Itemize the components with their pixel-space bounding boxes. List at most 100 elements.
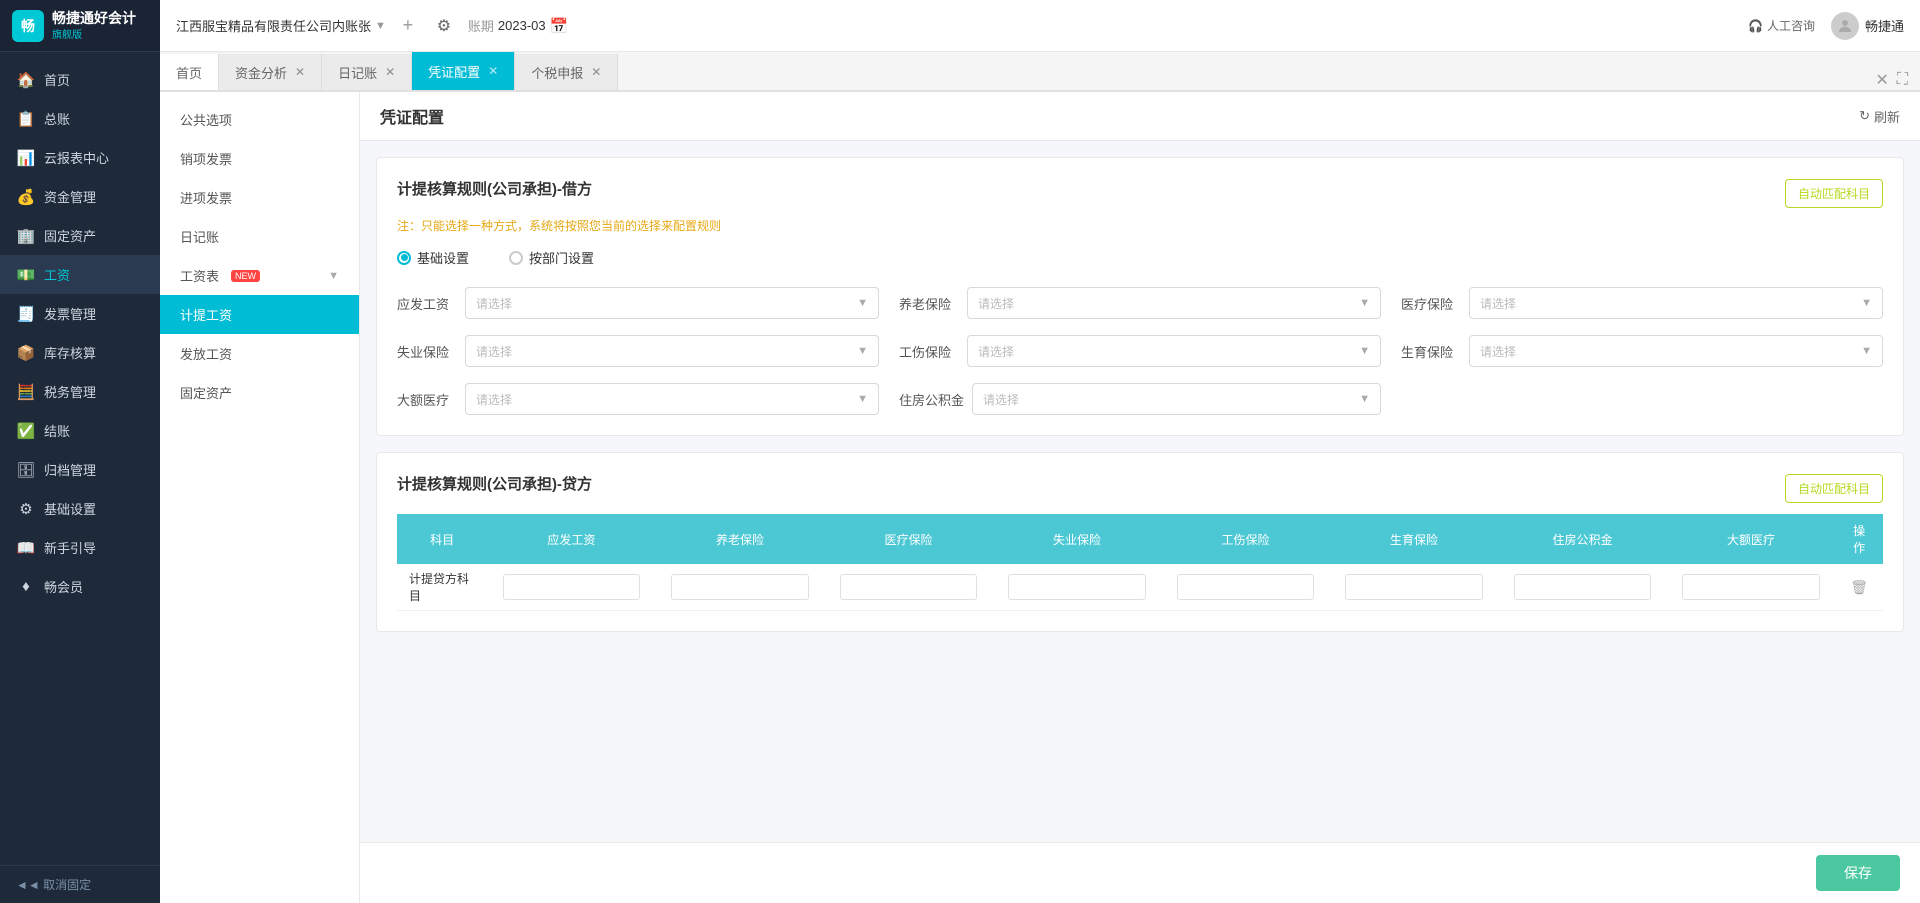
left-menu-item-purchase-invoice[interactable]: 进项发票 bbox=[160, 178, 359, 217]
tab-label: 个税申报 bbox=[531, 63, 583, 82]
save-bar: 保存 bbox=[360, 842, 1920, 903]
shiye-select[interactable]: 请选择 ▼ bbox=[465, 335, 879, 367]
radio-basic[interactable]: 基础设置 bbox=[397, 248, 469, 267]
left-menu-item-journal[interactable]: 日记账 bbox=[160, 217, 359, 256]
sidebar-item-label: 发票管理 bbox=[44, 304, 96, 323]
service-button[interactable]: 🎧 人工咨询 bbox=[1748, 17, 1815, 34]
sidebar-item-cloud-report[interactable]: 📊 云报表中心 bbox=[0, 138, 160, 177]
cell-input-shengyu[interactable] bbox=[1345, 574, 1482, 600]
maximize-icon[interactable]: ⛶ bbox=[1897, 71, 1908, 89]
field-label: 大额医疗 bbox=[397, 390, 457, 409]
calendar-icon[interactable]: 📅 bbox=[550, 17, 569, 35]
refresh-button[interactable]: ↻ 刷新 bbox=[1859, 107, 1900, 126]
company-selector[interactable]: 江西服宝精品有限责任公司内账张 ▼ bbox=[176, 16, 386, 35]
cell-input-yingfa[interactable] bbox=[503, 574, 640, 600]
select-arrow-icon: ▼ bbox=[857, 393, 868, 405]
menu-label: 发放工资 bbox=[180, 344, 232, 363]
tab-journal[interactable]: 日记账 ✕ bbox=[322, 54, 412, 90]
left-menu-item-pay-salary[interactable]: 发放工资 bbox=[160, 334, 359, 373]
radio-by-dept[interactable]: 按部门设置 bbox=[509, 248, 594, 267]
col-keemu: 科目 bbox=[397, 514, 487, 564]
sidebar-unpin-button[interactable]: ◄◄ 取消固定 bbox=[0, 865, 160, 903]
cell-input-zhufang[interactable] bbox=[1514, 574, 1651, 600]
sidebar-item-inventory[interactable]: 📦 库存核算 bbox=[0, 333, 160, 372]
close-window-icon[interactable]: ✕ bbox=[1875, 70, 1888, 90]
sidebar-item-invoice[interactable]: 🧾 发票管理 bbox=[0, 294, 160, 333]
shengyu-select[interactable]: 请选择 ▼ bbox=[1469, 335, 1883, 367]
app-edition: 旗舰版 bbox=[52, 26, 136, 41]
cell-shengyu bbox=[1330, 564, 1499, 611]
tab-home[interactable]: 首页 bbox=[160, 54, 219, 90]
select-arrow-icon: ▼ bbox=[1359, 297, 1370, 309]
debit-section-header: 计提核算规则(公司承担)-借方 自动匹配科目 bbox=[397, 178, 1883, 209]
col-shiye: 失业保险 bbox=[993, 514, 1162, 564]
sidebar-item-home[interactable]: 🏠 首页 bbox=[0, 60, 160, 99]
menu-label: 工资表 bbox=[180, 266, 219, 285]
sidebar-nav: 🏠 首页 📋 总账 📊 云报表中心 💰 资金管理 🏢 固定资产 💵 工资 🧾 发… bbox=[0, 52, 160, 865]
select-arrow-icon: ▼ bbox=[1861, 297, 1872, 309]
field-label: 住房公积金 bbox=[899, 390, 964, 409]
sidebar-item-general-ledger[interactable]: 📋 总账 bbox=[0, 99, 160, 138]
cell-shiye bbox=[993, 564, 1162, 611]
tab-close-icon[interactable]: ✕ bbox=[295, 65, 305, 79]
left-menu-item-sales-invoice[interactable]: 销项发票 bbox=[160, 139, 359, 178]
debit-radio-group: 基础设置 按部门设置 bbox=[397, 248, 1883, 267]
col-gongshang: 工伤保险 bbox=[1161, 514, 1330, 564]
sidebar-logo: 畅 畅捷通好会计 旗舰版 bbox=[0, 0, 160, 52]
cell-input-gongshang[interactable] bbox=[1177, 574, 1314, 600]
col-actions: 操作 bbox=[1835, 514, 1883, 564]
left-menu-item-fixed-assets[interactable]: 固定资产 bbox=[160, 373, 359, 412]
yingfa-gongzi-select[interactable]: 请选择 ▼ bbox=[465, 287, 879, 319]
sidebar-item-basic-settings[interactable]: ⚙ 基础设置 bbox=[0, 489, 160, 528]
debit-auto-match-button[interactable]: 自动匹配科目 bbox=[1785, 179, 1883, 208]
sidebar-item-archive[interactable]: 🗄 归档管理 bbox=[0, 450, 160, 489]
tab-voucher-config[interactable]: 凭证配置 ✕ bbox=[412, 52, 515, 90]
gongshang-select[interactable]: 请选择 ▼ bbox=[967, 335, 1381, 367]
yanglao-select[interactable]: 请选择 ▼ bbox=[967, 287, 1381, 319]
debit-section-title: 计提核算规则(公司承担)-借方 bbox=[397, 178, 592, 199]
sidebar-item-fund-management[interactable]: 💰 资金管理 bbox=[0, 177, 160, 216]
tab-close-icon[interactable]: ✕ bbox=[591, 65, 601, 79]
left-menu-item-accrued-salary[interactable]: 计提工资 bbox=[160, 295, 359, 334]
select-placeholder: 请选择 bbox=[1480, 343, 1516, 360]
zhufang-select[interactable]: 请选择 ▼ bbox=[972, 383, 1381, 415]
credit-section: 计提核算规则(公司承担)-贷方 自动匹配科目 科目 应发工资 养老保险 医疗保险… bbox=[376, 452, 1904, 632]
user-info[interactable]: 畅捷通 bbox=[1831, 12, 1904, 40]
page-header: 凭证配置 ↻ 刷新 bbox=[360, 92, 1920, 141]
sidebar-item-guide[interactable]: 📖 新手引导 bbox=[0, 528, 160, 567]
credit-auto-match-button[interactable]: 自动匹配科目 bbox=[1785, 474, 1883, 503]
service-label: 人工咨询 bbox=[1767, 17, 1815, 34]
col-zhufang: 住房公积金 bbox=[1498, 514, 1667, 564]
cell-input-shiye[interactable] bbox=[1008, 574, 1145, 600]
delete-row-icon[interactable]: 🗑 bbox=[1850, 579, 1868, 595]
dae-yiliao-select[interactable]: 请选择 ▼ bbox=[465, 383, 879, 415]
select-arrow-icon: ▼ bbox=[1359, 393, 1370, 405]
table-row: 计提贷方科目 🗑 bbox=[397, 564, 1883, 611]
topbar-settings-button[interactable]: ⚙ bbox=[430, 12, 458, 40]
yiliao-select[interactable]: 请选择 ▼ bbox=[1469, 287, 1883, 319]
sidebar-item-tax[interactable]: 🧮 税务管理 bbox=[0, 372, 160, 411]
save-button[interactable]: 保存 bbox=[1816, 855, 1900, 891]
tab-fund-analysis[interactable]: 资金分析 ✕ bbox=[219, 54, 322, 90]
cell-input-dae[interactable] bbox=[1682, 574, 1819, 600]
page-content: 公共选项 销项发票 进项发票 日记账 工资表 NEW ▼ 计提工资 发放工资 bbox=[160, 92, 1920, 903]
cell-input-yanglao[interactable] bbox=[671, 574, 808, 600]
sidebar-item-member[interactable]: ♦ 畅会员 bbox=[0, 567, 160, 606]
tab-close-icon[interactable]: ✕ bbox=[488, 64, 498, 78]
sidebar-item-label: 结账 bbox=[44, 421, 70, 440]
sidebar-item-salary[interactable]: 💵 工资 bbox=[0, 255, 160, 294]
left-menu-item-salary-table[interactable]: 工资表 NEW ▼ bbox=[160, 256, 359, 295]
left-menu-item-public-options[interactable]: 公共选项 bbox=[160, 100, 359, 139]
col-dae: 大额医疗 bbox=[1667, 514, 1836, 564]
member-icon: ♦ bbox=[16, 578, 36, 595]
sidebar-item-label: 固定资产 bbox=[44, 226, 96, 245]
sidebar-item-fixed-assets[interactable]: 🏢 固定资产 bbox=[0, 216, 160, 255]
tab-tax-report[interactable]: 个税申报 ✕ bbox=[515, 54, 618, 90]
tab-close-icon[interactable]: ✕ bbox=[385, 65, 395, 79]
cell-input-yiliao[interactable] bbox=[840, 574, 977, 600]
sidebar-item-label: 归档管理 bbox=[44, 460, 96, 479]
content-body: 计提核算规则(公司承担)-借方 自动匹配科目 注：只能选择一种方式，系统将按照您… bbox=[360, 141, 1920, 842]
radio-by-dept-circle bbox=[509, 251, 523, 265]
add-tab-button[interactable]: + bbox=[396, 14, 420, 38]
sidebar-item-checkout[interactable]: ✅ 结账 bbox=[0, 411, 160, 450]
